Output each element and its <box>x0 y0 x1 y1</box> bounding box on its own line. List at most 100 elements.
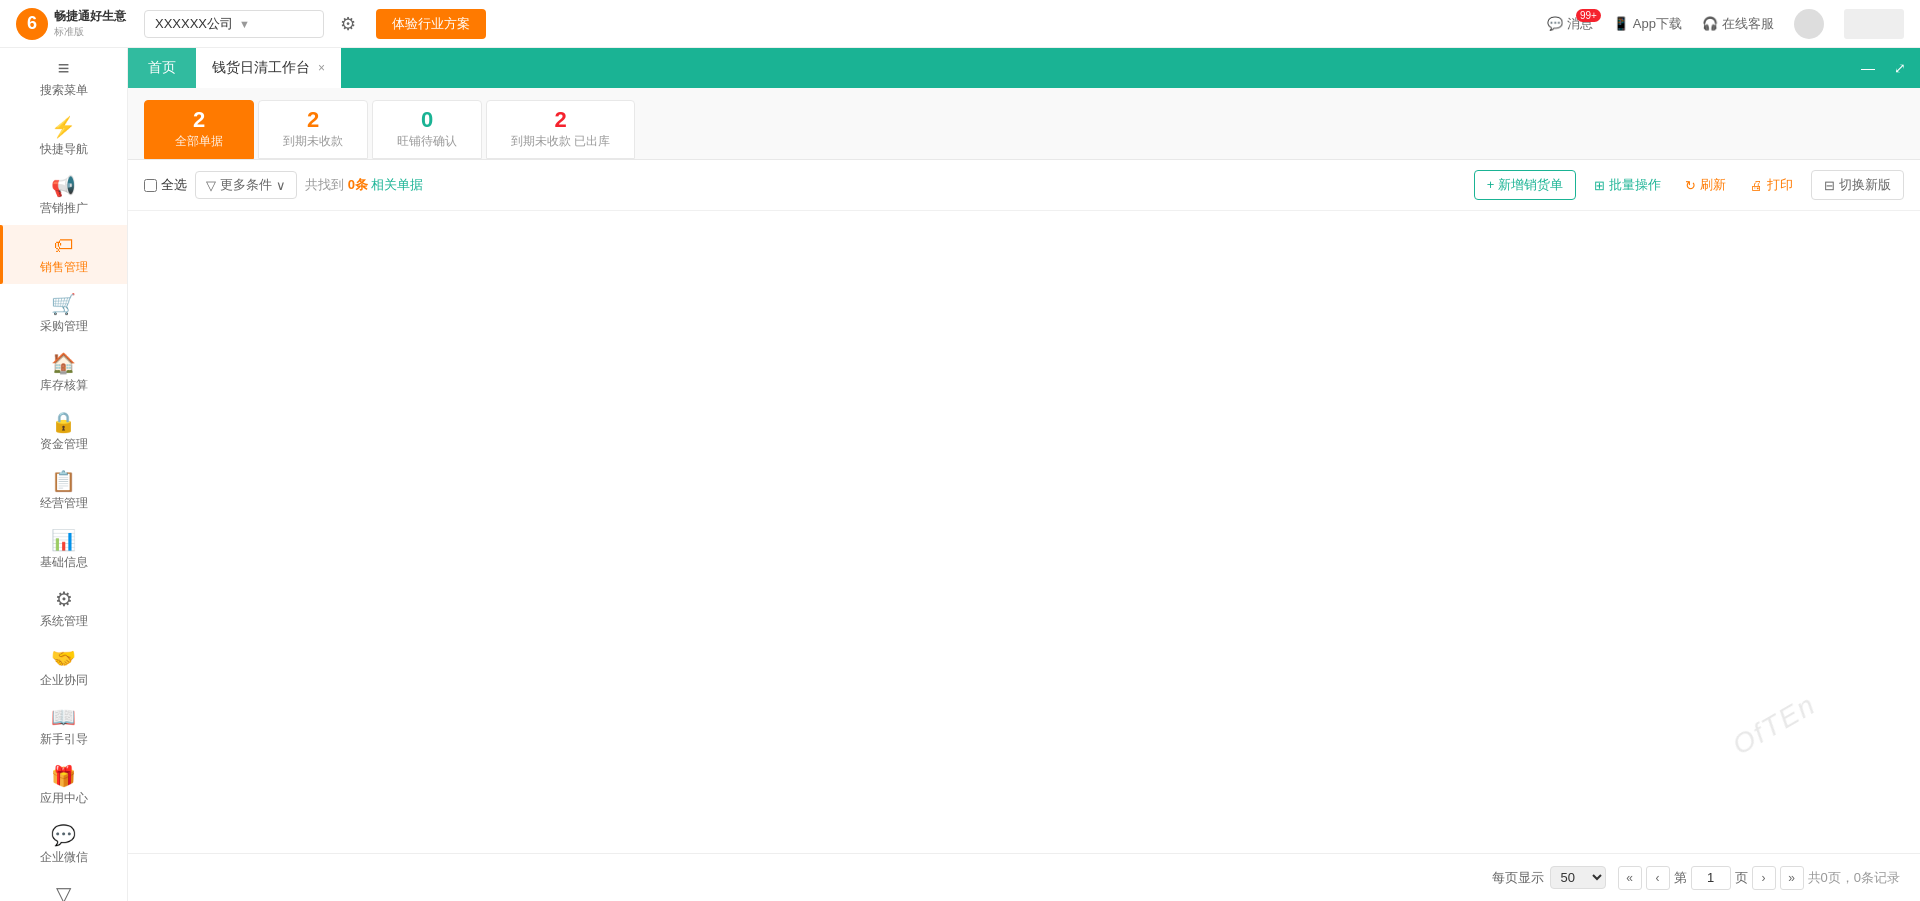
summary-label-3: 到期未收款 已出库 <box>511 133 610 150</box>
sidebar-item-member[interactable]: ▽ 畅会员 <box>0 874 127 901</box>
sidebar-label-purchase: 采购管理 <box>40 318 88 335</box>
print-button[interactable]: 🖨 打印 <box>1744 172 1799 198</box>
company-dropdown-arrow: ▼ <box>239 18 250 30</box>
page-prev-button[interactable]: ‹ <box>1646 866 1670 890</box>
switch-icon: ⊟ <box>1824 178 1835 193</box>
user-name-area <box>1844 9 1904 39</box>
sidebar-label-apps: 应用中心 <box>40 790 88 807</box>
logo-text: 畅捷通好生意 标准版 <box>54 8 126 39</box>
per-page-select[interactable]: 50 10 20 100 <box>1550 866 1606 889</box>
main-content: 首页 钱货日清工作台 × — ⤢ 2 全部单据 2 到期未收款 0 旺铺待确认 … <box>128 48 1920 901</box>
company-selector[interactable]: XXXXXX公司 ▼ <box>144 10 324 38</box>
sidebar-item-purchase[interactable]: 🛒 采购管理 <box>0 284 127 343</box>
summary-tab-0[interactable]: 2 全部单据 <box>144 100 254 159</box>
toolbar-left: 全选 ▽ 更多条件 ∨ 共找到 0条 相关单据 <box>144 171 1466 199</box>
per-page-selector: 每页显示 50 10 20 100 <box>1492 866 1606 889</box>
print-icon: 🖨 <box>1750 178 1763 193</box>
search-icon: ≡ <box>58 58 70 78</box>
logo-icon: 6 <box>16 8 48 40</box>
member-icon: ▽ <box>56 884 71 901</box>
quick-icon: ⚡ <box>51 117 76 137</box>
sidebar-item-collab[interactable]: 🤝 企业协同 <box>0 638 127 697</box>
select-all-checkbox[interactable]: 全选 <box>144 176 187 194</box>
found-link[interactable]: 相关单据 <box>371 177 423 192</box>
sidebar-label-wechat: 企业微信 <box>40 849 88 866</box>
guide-icon: 📖 <box>51 707 76 727</box>
header-right: 💬 消息 99+ 📱 App下载 🎧 在线客服 <box>1547 9 1904 39</box>
pagination: « ‹ 第 页 › » 共0页，0条记录 <box>1618 866 1900 890</box>
sidebar-label-finance: 资金管理 <box>40 436 88 453</box>
sidebar-label-quick: 快捷导航 <box>40 141 88 158</box>
refresh-icon: ↻ <box>1685 178 1696 193</box>
summary-tab-2[interactable]: 0 旺铺待确认 <box>372 100 482 159</box>
logo-area: 6 畅捷通好生意 标准版 <box>16 8 144 40</box>
summary-count-3: 2 <box>555 109 567 131</box>
summary-tabs: 2 全部单据 2 到期未收款 0 旺铺待确认 2 到期未收款 已出库 <box>128 88 1920 160</box>
summary-tab-3[interactable]: 2 到期未收款 已出库 <box>486 100 635 159</box>
filter-button[interactable]: ▽ 更多条件 ∨ <box>195 171 297 199</box>
filter-icon: ▽ <box>206 178 216 193</box>
marketing-icon: 📢 <box>51 176 76 196</box>
avatar[interactable] <box>1794 9 1824 39</box>
table-footer: 每页显示 50 10 20 100 « ‹ 第 页 › » 共0页，0条记录 <box>128 853 1920 901</box>
message-button[interactable]: 💬 消息 99+ <box>1547 15 1593 33</box>
page-next-button[interactable]: › <box>1752 866 1776 890</box>
sidebar-label-guide: 新手引导 <box>40 731 88 748</box>
tab-minimize-button[interactable]: — <box>1856 56 1880 80</box>
found-count: 0条 <box>348 177 368 192</box>
app-download-icon: 📱 <box>1613 16 1629 31</box>
operation-icon: 📋 <box>51 471 76 491</box>
headset-icon: 🎧 <box>1702 16 1718 31</box>
summary-label-2: 旺铺待确认 <box>397 133 457 150</box>
sidebar-item-marketing[interactable]: 📢 营销推广 <box>0 166 127 225</box>
sidebar-item-system[interactable]: ⚙ 系统管理 <box>0 579 127 638</box>
company-name: XXXXXX公司 <box>155 15 233 33</box>
tab-maximize-button[interactable]: ⤢ <box>1888 56 1912 80</box>
filter-arrow: ∨ <box>276 178 286 193</box>
sidebar-label-collab: 企业协同 <box>40 672 88 689</box>
app-download-button[interactable]: 📱 App下载 <box>1613 15 1682 33</box>
switch-version-button[interactable]: ⊟ 切换新版 <box>1811 170 1904 200</box>
sidebar-item-sales[interactable]: 🏷 销售管理 <box>0 225 127 284</box>
summary-label-0: 全部单据 <box>175 133 223 150</box>
summary-count-0: 2 <box>193 109 205 131</box>
experience-button[interactable]: 体验行业方案 <box>376 9 486 39</box>
sidebar-item-apps[interactable]: 🎁 应用中心 <box>0 756 127 815</box>
page-total-info: 共0页，0条记录 <box>1808 869 1900 887</box>
sidebar-label-inventory: 库存核算 <box>40 377 88 394</box>
summary-count-2: 0 <box>421 109 433 131</box>
sidebar-item-wechat[interactable]: 💬 企业微信 <box>0 815 127 874</box>
sidebar-item-search[interactable]: ≡ 搜索菜单 <box>0 48 127 107</box>
tab-home[interactable]: 首页 <box>128 48 196 88</box>
online-service-button[interactable]: 🎧 在线客服 <box>1702 15 1774 33</box>
sidebar-item-basic[interactable]: 📊 基础信息 <box>0 520 127 579</box>
sidebar-item-quick[interactable]: ⚡ 快捷导航 <box>0 107 127 166</box>
page-number-input[interactable] <box>1691 866 1731 890</box>
basic-icon: 📊 <box>51 530 76 550</box>
summary-tab-1[interactable]: 2 到期未收款 <box>258 100 368 159</box>
finance-icon: 🔒 <box>51 412 76 432</box>
settings-button[interactable]: ⚙ <box>332 8 364 40</box>
page-last-button[interactable]: » <box>1780 866 1804 890</box>
sidebar-label-search: 搜索菜单 <box>40 82 88 99</box>
tab-actions: — ⤢ <box>1856 56 1920 80</box>
sidebar-label-sales: 销售管理 <box>40 259 88 276</box>
wechat-icon: 💬 <box>51 825 76 845</box>
tab-close-button[interactable]: × <box>318 61 325 75</box>
tab-qianhuoriqing[interactable]: 钱货日清工作台 × <box>196 48 341 88</box>
system-icon: ⚙ <box>55 589 73 609</box>
sidebar-item-inventory[interactable]: 🏠 库存核算 <box>0 343 127 402</box>
sidebar-item-finance[interactable]: 🔒 资金管理 <box>0 402 127 461</box>
found-text: 共找到 0条 相关单据 <box>305 176 423 194</box>
sidebar: ≡ 搜索菜单 ⚡ 快捷导航 📢 营销推广 🏷 销售管理 🛒 采购管理 🏠 库存核… <box>0 48 128 901</box>
collab-icon: 🤝 <box>51 648 76 668</box>
batch-operation-button[interactable]: ⊞ 批量操作 <box>1588 172 1667 198</box>
new-sale-order-button[interactable]: + 新增销货单 <box>1474 170 1576 200</box>
sidebar-item-operation[interactable]: 📋 经营管理 <box>0 461 127 520</box>
page-first-button[interactable]: « <box>1618 866 1642 890</box>
table-area <box>128 211 1920 853</box>
refresh-button[interactable]: ↻ 刷新 <box>1679 172 1732 198</box>
sidebar-item-guide[interactable]: 📖 新手引导 <box>0 697 127 756</box>
select-all-input[interactable] <box>144 179 157 192</box>
sales-icon: 🏷 <box>54 235 74 255</box>
